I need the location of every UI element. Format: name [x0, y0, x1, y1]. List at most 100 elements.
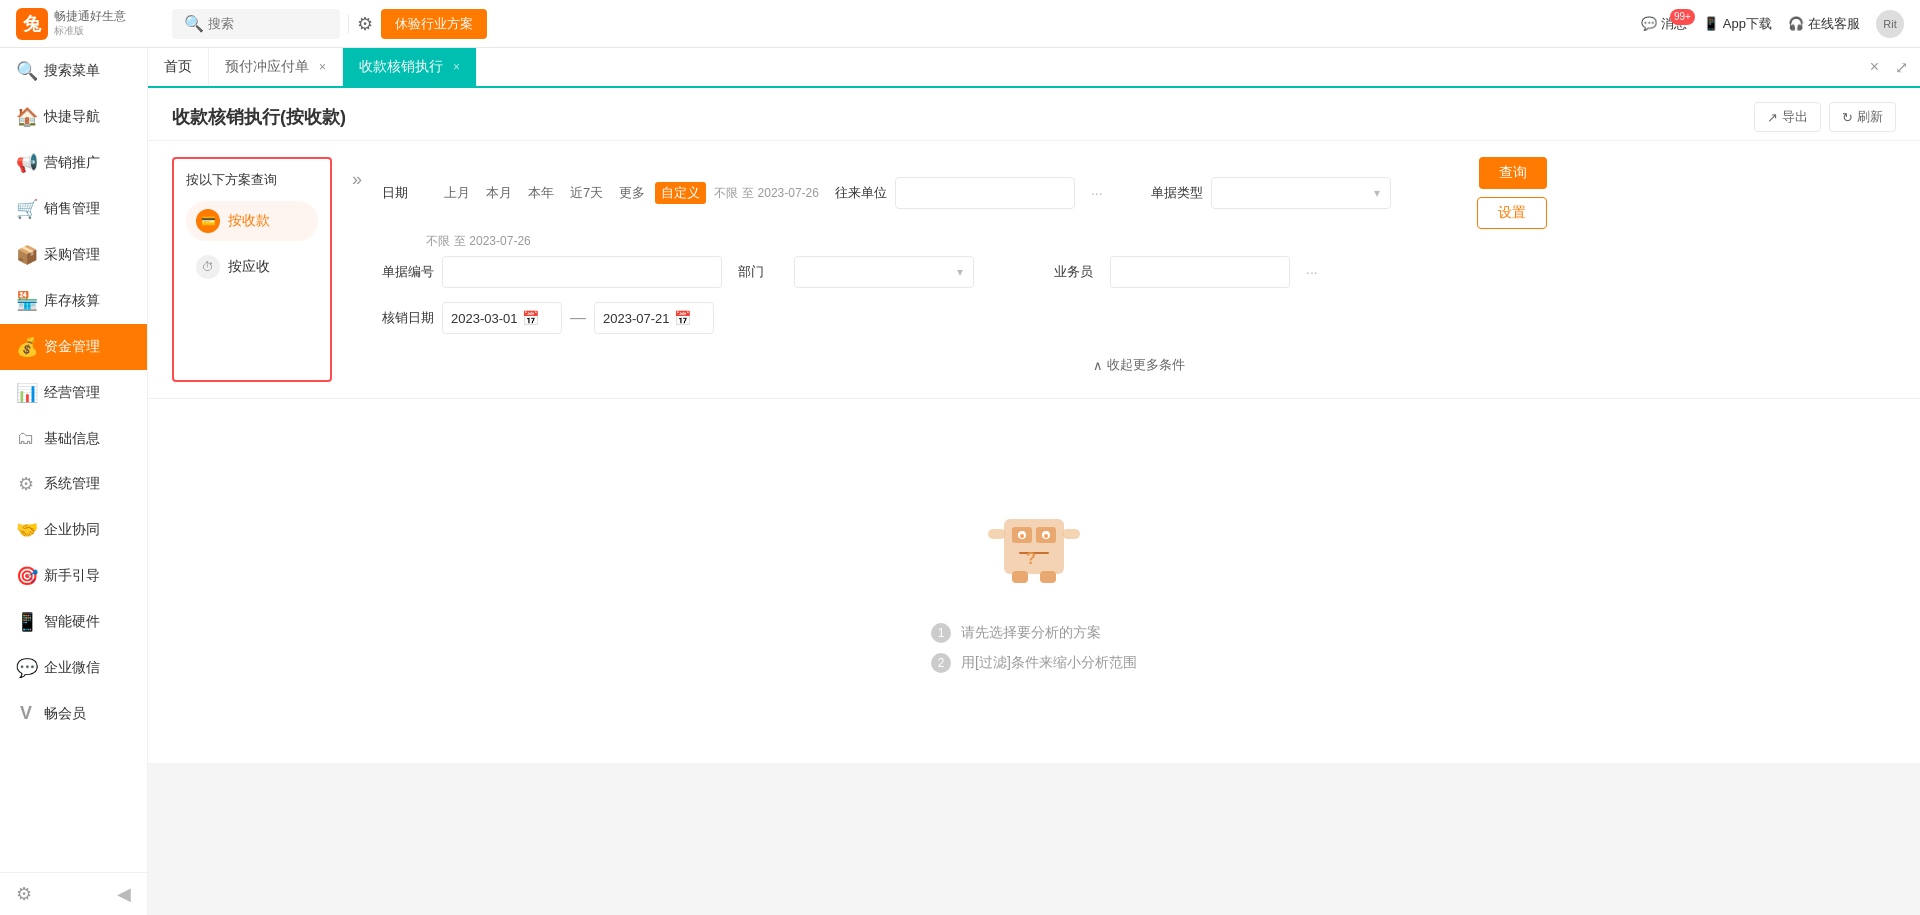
collapse-more-btn[interactable]: ∧ 收起更多条件 [382, 348, 1896, 382]
tab-expand-btn[interactable]: ⤢ [1891, 54, 1912, 81]
top-bar: 兔 畅捷通好生意 标准版 🔍 ⚙ 休验行业方案 💬 消息 99+ 📱 App下载… [0, 0, 1920, 48]
svg-point-5 [1020, 534, 1024, 538]
app-download-btn[interactable]: 📱 App下载 [1703, 15, 1772, 33]
page-header: 收款核销执行(按收款) ↗ 导出 ↻ 刷新 [148, 88, 1920, 141]
staff-select[interactable] [1110, 256, 1290, 288]
tab-receipt-writeoff-close[interactable]: × [453, 60, 460, 74]
sidebar-item-basic-info[interactable]: 🗂 基础信息 [0, 416, 147, 461]
sidebar-item-wechat[interactable]: 💬 企业微信 [0, 645, 147, 691]
sidebar-item-label: 搜索菜单 [44, 62, 100, 80]
date-no-limit: 不限 [714, 185, 738, 202]
doc-num-field: 单据编号 [382, 256, 722, 288]
sidebar-item-system[interactable]: ⚙ 系统管理 [0, 461, 147, 507]
sidebar-item-guide[interactable]: 🎯 新手引导 [0, 553, 147, 599]
home-icon: 🏠 [16, 106, 36, 128]
empty-icon: ? [974, 479, 1094, 603]
shortcut-last-month[interactable]: 上月 [438, 182, 476, 204]
writeoff-date-from[interactable]: 2023-03-01 📅 [442, 302, 562, 334]
tab-receipt-writeoff-label: 收款核销执行 [359, 58, 443, 76]
message-btn[interactable]: 💬 消息 99+ [1641, 15, 1687, 33]
shortcut-7days[interactable]: 近7天 [564, 182, 609, 204]
sidebar-item-cooperation[interactable]: 🤝 企业协同 [0, 507, 147, 553]
user-menu[interactable]: Rit [1876, 10, 1904, 38]
staff-ellipsis[interactable]: ··· [1298, 262, 1326, 282]
sidebar-collapse-btn[interactable]: ◀ [117, 883, 131, 905]
store-icon: 🏪 [16, 290, 36, 312]
shortcut-this-month[interactable]: 本月 [480, 182, 518, 204]
page-header-actions: ↗ 导出 ↻ 刷新 [1754, 102, 1896, 132]
date-to-text: 至 2023-07-26 [742, 185, 819, 202]
date-info-row: 不限 至 2023-07-26 [426, 233, 1896, 250]
date-shortcuts: 上月 本月 本年 近7天 更多 自定义 [438, 182, 706, 204]
logo-icon: 兔 [16, 8, 48, 40]
dept-select[interactable]: ▾ [794, 256, 974, 288]
empty-step-1-text: 请先选择要分析的方案 [961, 624, 1101, 642]
tab-close-btn[interactable]: × [1866, 54, 1883, 80]
sidebar-item-sales[interactable]: 🛒 销售管理 [0, 186, 147, 232]
online-service-btn[interactable]: 🎧 在线客服 [1788, 15, 1860, 33]
filter-sidebar-title: 按以下方案查询 [186, 171, 318, 189]
filter-by-receivable-label: 按应收 [228, 258, 270, 276]
tab-receipt-writeoff[interactable]: 收款核销执行 × [343, 48, 477, 86]
tab-prepay[interactable]: 预付冲应付单 × [209, 48, 343, 86]
writeoff-to-text: 2023-07-21 [603, 311, 670, 326]
search-bar[interactable]: 🔍 [172, 9, 340, 39]
sidebar-item-member[interactable]: V 畅会员 [0, 691, 147, 736]
staff-field: 业务员 ··· [1054, 256, 1354, 288]
sidebar-item-inventory[interactable]: 🏪 库存核算 [0, 278, 147, 324]
writeoff-date-label: 核销日期 [382, 309, 434, 327]
setting-btn[interactable]: 设置 [1477, 197, 1547, 229]
sidebar-item-operations[interactable]: 📊 经营管理 [0, 370, 147, 416]
bottom-settings-icon[interactable]: ⚙ [16, 883, 32, 905]
sidebar-item-label: 智能硬件 [44, 613, 100, 631]
sidebar-item-purchase[interactable]: 📦 采购管理 [0, 232, 147, 278]
filter-row-2: 单据编号 部门 ▾ 业务员 [382, 256, 1896, 288]
shortcut-this-year[interactable]: 本年 [522, 182, 560, 204]
sidebar-item-finance[interactable]: 💰 资金管理 [0, 324, 147, 370]
sidebar-item-label: 新手引导 [44, 567, 100, 585]
industry-btn[interactable]: 休验行业方案 [381, 9, 487, 39]
shortcut-more[interactable]: 更多 [613, 182, 651, 204]
partner-select[interactable] [895, 177, 1075, 209]
query-btn[interactable]: 查询 [1479, 157, 1547, 189]
avatar: Rit [1876, 10, 1904, 38]
app-download-label: App下载 [1723, 15, 1772, 33]
sidebar: 🔍 搜索菜单 🏠 快捷导航 📢 营销推广 🛒 销售管理 📦 采购管理 🏪 库存核… [0, 48, 148, 915]
doc-type-select[interactable]: ▾ [1211, 177, 1391, 209]
tabs-actions: × ⤢ [1866, 48, 1920, 86]
refresh-btn[interactable]: ↻ 刷新 [1829, 102, 1896, 132]
message-icon: 💬 [1641, 16, 1657, 31]
tab-home[interactable]: 首页 [148, 48, 209, 86]
date-sep: — [570, 309, 586, 327]
box-icon: 📦 [16, 244, 36, 266]
filter-by-receipt[interactable]: 💳 按收款 [186, 201, 318, 241]
doc-type-field: 单据类型 ▾ [1151, 177, 1451, 209]
sidebar-item-marketing[interactable]: 📢 营销推广 [0, 140, 147, 186]
partner-ellipsis[interactable]: ··· [1083, 183, 1111, 203]
partner-label: 往来单位 [835, 184, 887, 202]
collapse-icon: ∧ [1093, 358, 1103, 373]
receivable-icon: ⏱ [196, 255, 220, 279]
filter-by-receivable[interactable]: ⏱ 按应收 [186, 247, 318, 287]
doc-num-input[interactable] [442, 256, 722, 288]
sidebar-item-label: 企业协同 [44, 521, 100, 539]
svg-point-6 [1044, 534, 1048, 538]
search-input[interactable] [208, 16, 328, 31]
sidebar-item-label: 畅会员 [44, 705, 86, 723]
shortcut-custom[interactable]: 自定义 [655, 182, 706, 204]
sidebar-item-quick-nav[interactable]: 🏠 快捷导航 [0, 94, 147, 140]
empty-illustration: ? [974, 479, 1094, 599]
tab-prepay-close[interactable]: × [319, 60, 326, 74]
filter-sidebar-collapse[interactable]: » [348, 165, 366, 194]
step-2-num: 2 [931, 653, 951, 673]
sidebar-item-hardware[interactable]: 📱 智能硬件 [0, 599, 147, 645]
export-btn[interactable]: ↗ 导出 [1754, 102, 1821, 132]
sidebar-item-label: 采购管理 [44, 246, 100, 264]
doc-type-dropdown: ▾ [1374, 186, 1380, 200]
gear-icon[interactable]: ⚙ [357, 13, 373, 35]
main-content: 收款核销执行(按收款) ↗ 导出 ↻ 刷新 按以下方案查询 💳 按收款 [148, 88, 1920, 915]
sidebar-item-label: 经营管理 [44, 384, 100, 402]
sidebar-item-search[interactable]: 🔍 搜索菜单 [0, 48, 147, 94]
headset-icon: 🎧 [1788, 16, 1804, 31]
writeoff-date-to[interactable]: 2023-07-21 📅 [594, 302, 714, 334]
